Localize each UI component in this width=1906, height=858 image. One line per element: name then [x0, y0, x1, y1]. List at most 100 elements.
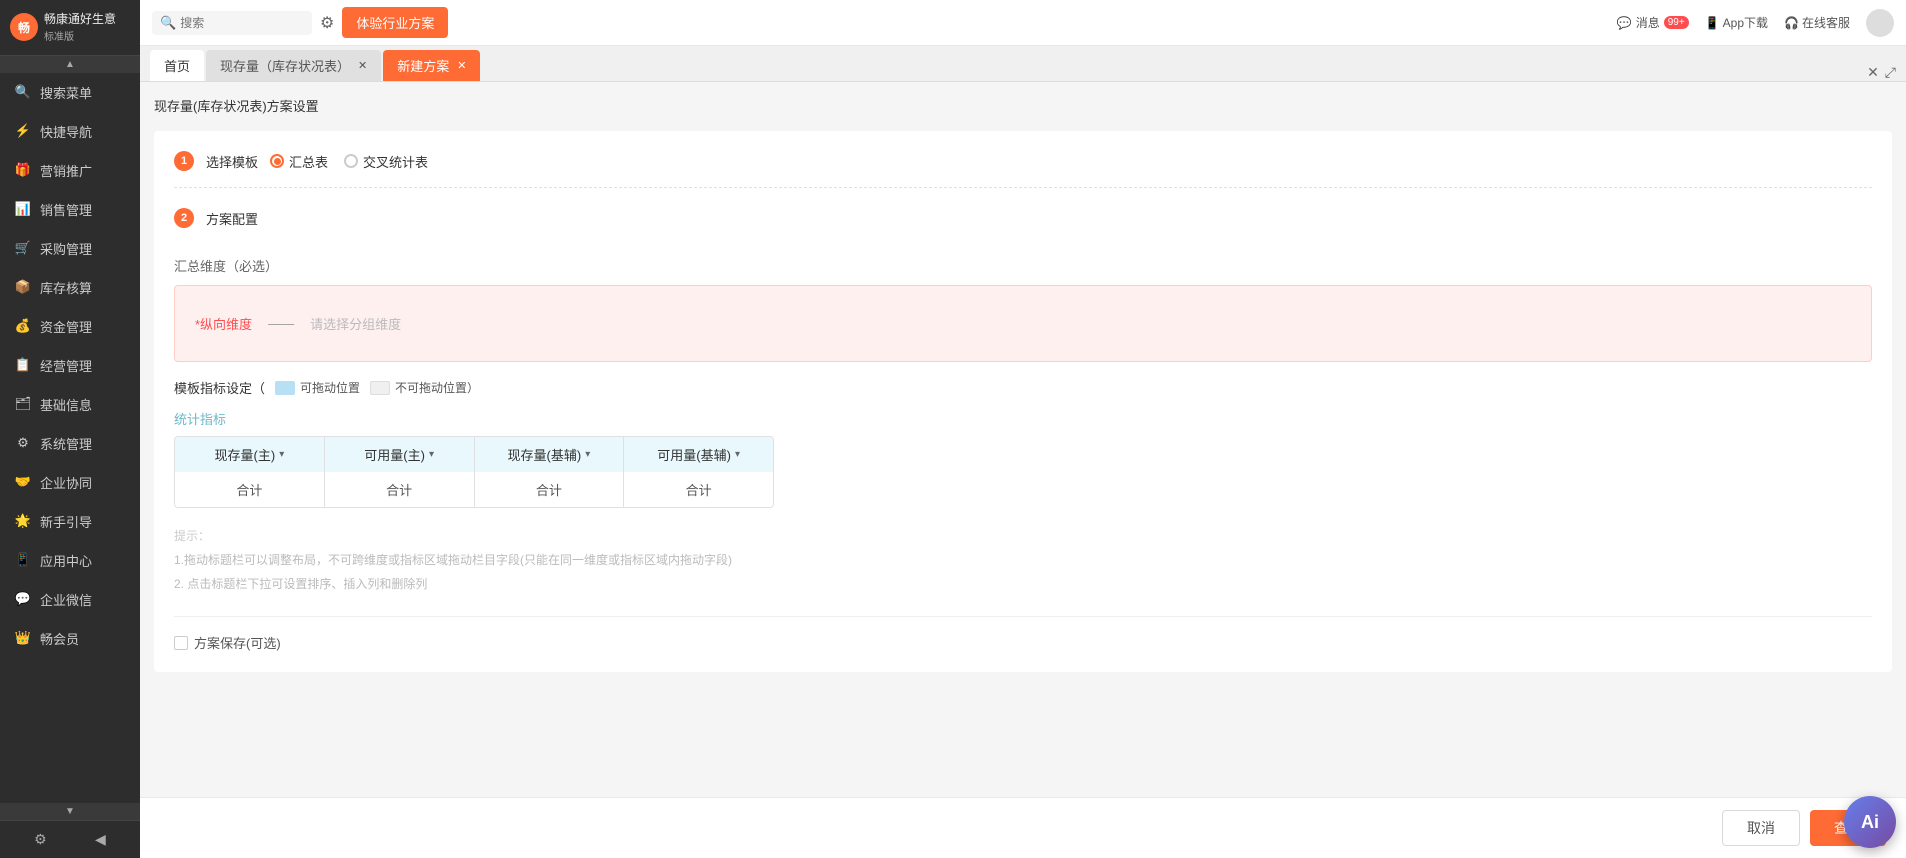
trial-btn[interactable]: 体验行业方案: [342, 7, 448, 38]
sidebar-item-system[interactable]: ⚙ 系统管理: [0, 424, 140, 463]
sidebar-scroll-up[interactable]: ▲: [0, 56, 140, 73]
dimension-box[interactable]: *纵向维度 —— 请选择分组维度: [174, 285, 1872, 362]
message-btn[interactable]: 💬 消息 99+: [1617, 14, 1689, 31]
topbar-right: 💬 消息 99+ 📱 App下载 🎧 在线客服: [1617, 9, 1894, 37]
sidebar-item-member[interactable]: 👑 畅会员: [0, 619, 140, 658]
sidebar-label-system: 系统管理: [40, 434, 92, 453]
col-0-body: 合计: [175, 472, 325, 507]
col-1-chevron[interactable]: ▾: [429, 449, 434, 460]
tab-home-label: 首页: [164, 56, 190, 75]
col-2-header-cell[interactable]: 现存量(基辅) ▾: [475, 437, 624, 472]
tab-home[interactable]: 首页: [150, 50, 204, 81]
settings-gear-icon[interactable]: ⚙: [320, 13, 334, 33]
col-3-chevron[interactable]: ▾: [735, 449, 740, 460]
radio-cross-circle[interactable]: [344, 154, 358, 168]
sidebar-item-purchase[interactable]: 🛒 采购管理: [0, 229, 140, 268]
step2-badge: 2: [174, 208, 194, 228]
avatar: [1866, 9, 1894, 37]
radio-cross[interactable]: 交叉统计表: [344, 152, 428, 171]
sidebar-item-basic-info[interactable]: 🗂 基础信息: [0, 385, 140, 424]
tab-new-plan-close[interactable]: ✕: [457, 59, 466, 72]
sidebar-item-sales[interactable]: 📊 销售管理: [0, 190, 140, 229]
sidebar-item-newcomer[interactable]: 🌟 新手引导: [0, 502, 140, 541]
sidebar-label-newcomer: 新手引导: [40, 512, 92, 531]
window-close-btn[interactable]: ✕: [1867, 64, 1879, 81]
sidebar-label-member: 畅会员: [40, 629, 79, 648]
col-3-header-cell[interactable]: 可用量(基辅) ▾: [624, 437, 773, 472]
action-bar: 取消 查询: [140, 797, 1906, 858]
operations-icon: 📋: [14, 356, 32, 374]
headset-icon: 🎧: [1784, 16, 1799, 30]
purchase-icon: 🛒: [14, 239, 32, 257]
search-input[interactable]: [180, 16, 280, 30]
app-download-btn[interactable]: 📱 App下载: [1705, 14, 1768, 31]
step1-label: 选择模板: [206, 152, 258, 171]
sidebar-item-operations[interactable]: 📋 经营管理: [0, 346, 140, 385]
sidebar-item-cooperation[interactable]: 🤝 企业协同: [0, 463, 140, 502]
tip-1: 1.拖动标题栏可以调整布局，不可跨维度或指标区域拖动栏目字段(只能在同一维度或指…: [174, 548, 1872, 572]
legend-fixed-label: 不可拖动位置）: [395, 379, 479, 396]
dimension-label: *纵向维度: [195, 314, 252, 333]
sidebar-label-cooperation: 企业协同: [40, 473, 92, 492]
tip-2: 2. 点击标题栏下拉可设置排序、插入列和删除列: [174, 572, 1872, 596]
sidebar-scroll-down[interactable]: ▼: [0, 803, 140, 820]
online-service-btn[interactable]: 🎧 在线客服: [1784, 14, 1850, 31]
tab-inventory-label: 现存量（库存状况表）: [220, 56, 350, 75]
sidebar-label-operations: 经营管理: [40, 356, 92, 375]
message-badge: 99+: [1664, 16, 1689, 29]
inventory-icon: 📦: [14, 278, 32, 296]
col-0-header-cell[interactable]: 现存量(主) ▾: [175, 437, 324, 472]
col-0-chevron[interactable]: ▾: [279, 449, 284, 460]
sidebar-label-purchase: 采购管理: [40, 239, 92, 258]
sidebar-item-app-center[interactable]: 📱 应用中心: [0, 541, 140, 580]
user-menu[interactable]: [1866, 9, 1894, 37]
app-name: 畅康通好生意: [44, 12, 116, 28]
save-checkbox-box[interactable]: [174, 636, 188, 650]
logo-text-block: 畅康通好生意 标准版: [44, 12, 116, 43]
sidebar-item-inventory[interactable]: 📦 库存核算: [0, 268, 140, 307]
app-sub: 标准版: [44, 28, 116, 43]
col-1-header: 可用量(主) ▾: [325, 437, 475, 472]
save-checkbox[interactable]: 方案保存(可选): [174, 633, 281, 652]
ai-float-button[interactable]: Ai: [1844, 796, 1896, 848]
sidebar-logo: 畅 畅康通好生意 标准版: [0, 0, 140, 56]
sidebar-item-search-menu[interactable]: 🔍 搜索菜单: [0, 73, 140, 112]
stat-table-body: 合计 合计 合计 合计: [175, 472, 773, 507]
tab-inventory-close[interactable]: ✕: [358, 59, 367, 72]
sidebar-item-quick-nav[interactable]: ⚡ 快捷导航: [0, 112, 140, 151]
sidebar-item-wechat[interactable]: 💬 企业微信: [0, 580, 140, 619]
indicators-label: 模板指标设定（: [174, 378, 265, 397]
col-2-label: 现存量(基辅): [508, 445, 582, 464]
sidebar-item-finance[interactable]: 💰 资金管理: [0, 307, 140, 346]
radio-summary[interactable]: 汇总表: [270, 152, 328, 171]
marketing-icon: 🎁: [14, 161, 32, 179]
col-0-label: 现存量(主): [215, 445, 276, 464]
col-2-body-cell: 合计: [475, 472, 624, 507]
main-card: 1 选择模板 汇总表 交叉统计表 2 方案配置 汇总维度: [154, 131, 1892, 672]
sidebar-toggle-btn[interactable]: ◀: [95, 831, 106, 848]
col-1-body: 合计: [325, 472, 475, 507]
cooperation-icon: 🤝: [14, 473, 32, 491]
sidebar-item-marketing[interactable]: 🎁 营销推广: [0, 151, 140, 190]
content: 现存量(库存状况表)方案设置 1 选择模板 汇总表 交叉统计表: [140, 82, 1906, 797]
search-menu-icon: 🔍: [14, 83, 32, 101]
stat-section-label: 统计指标: [174, 409, 1872, 428]
tab-inventory-status[interactable]: 现存量（库存状况表） ✕: [206, 50, 381, 81]
radio-summary-circle[interactable]: [270, 154, 284, 168]
radio-cross-label: 交叉统计表: [363, 152, 428, 171]
legend-fixed: 不可拖动位置）: [370, 379, 479, 396]
service-label: 在线客服: [1802, 14, 1850, 31]
col-1-header-cell[interactable]: 可用量(主) ▾: [325, 437, 474, 472]
sidebar-label-inventory: 库存核算: [40, 278, 92, 297]
cancel-button[interactable]: 取消: [1722, 810, 1800, 846]
dimension-section-title: 汇总维度（必选）: [174, 256, 1872, 275]
stat-table-header: 现存量(主) ▾ 可用量(主) ▾ 现存量(基辅) ▾: [175, 437, 773, 472]
sidebar-settings-btn[interactable]: ⚙: [34, 831, 47, 848]
window-expand-btn[interactable]: ⤢: [1885, 64, 1896, 81]
col-2-chevron[interactable]: ▾: [585, 449, 590, 460]
col-3-label: 可用量(基辅): [657, 445, 731, 464]
app-download-label: App下载: [1723, 14, 1768, 31]
dimension-placeholder: 请选择分组维度: [310, 314, 401, 333]
tab-new-plan[interactable]: 新建方案 ✕: [383, 50, 480, 81]
sidebar-bottom: ⚙ ◀: [0, 820, 140, 858]
